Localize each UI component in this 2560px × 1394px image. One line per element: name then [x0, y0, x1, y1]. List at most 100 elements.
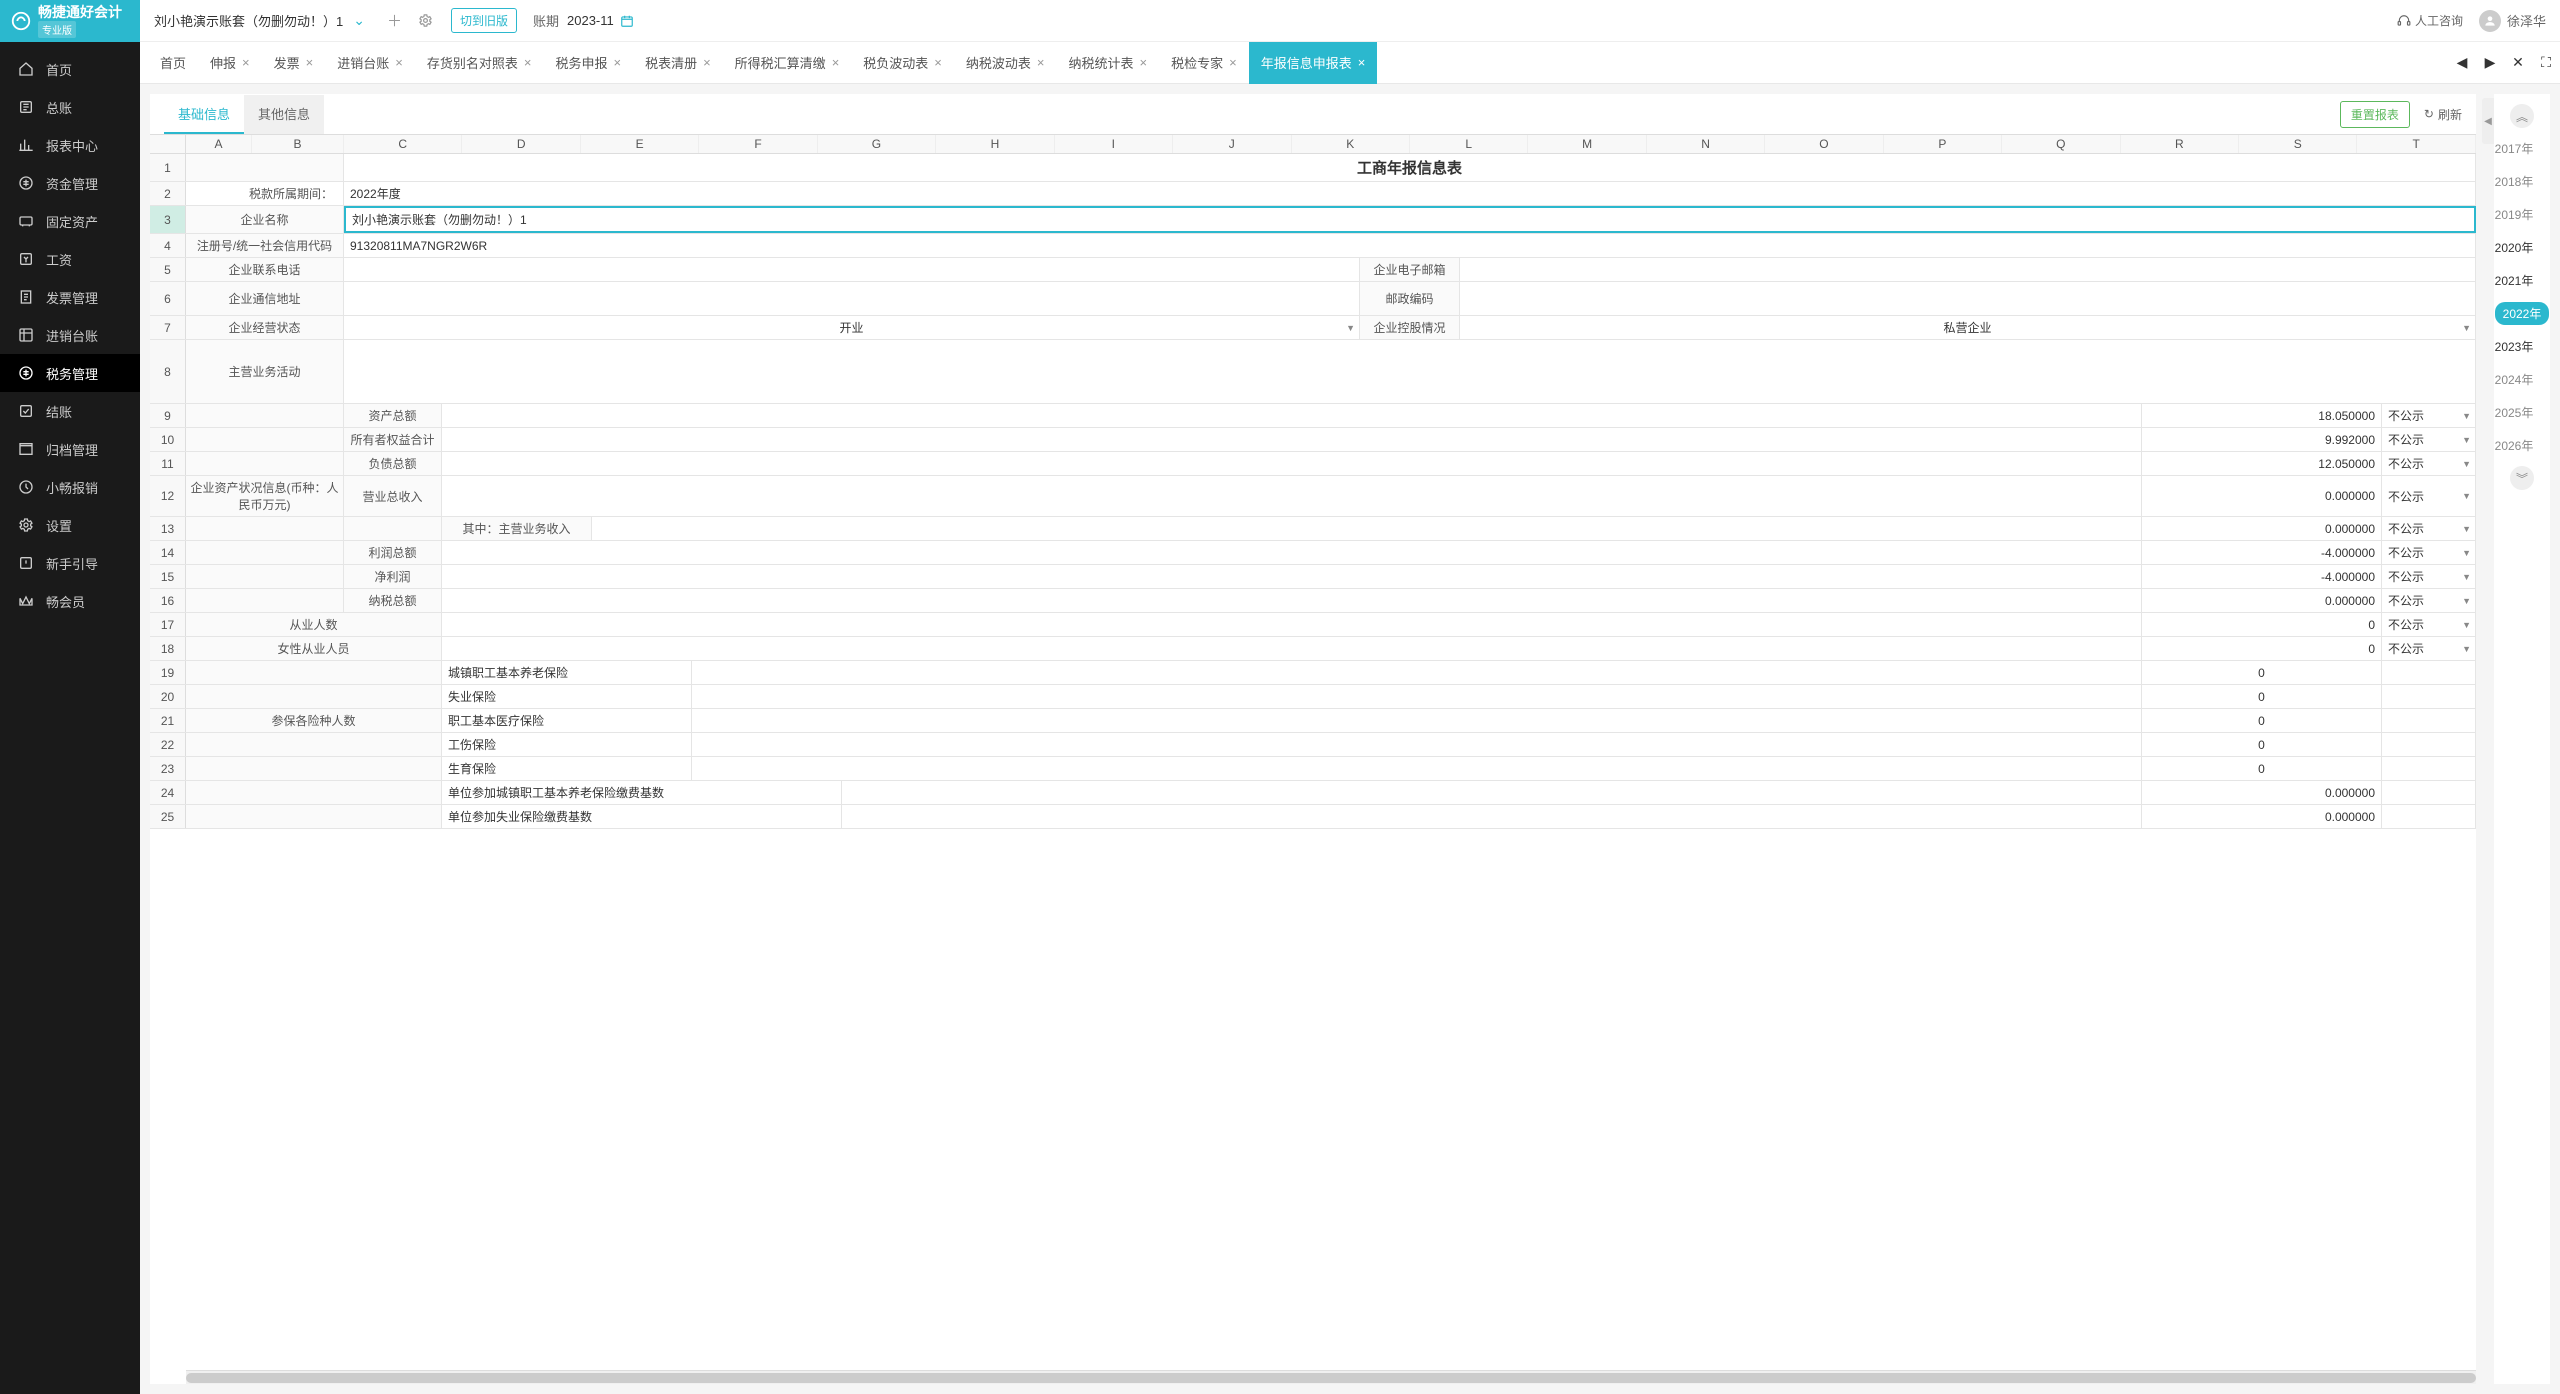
value-cell[interactable]: [1460, 258, 2476, 281]
nav-psi[interactable]: 进销台账: [0, 316, 140, 354]
value-cell[interactable]: 不公示▼: [2382, 541, 2476, 564]
close-icon[interactable]: ×: [613, 55, 621, 70]
col-header[interactable]: K: [1292, 135, 1410, 153]
tab[interactable]: 税负波动表×: [851, 42, 954, 84]
value-cell[interactable]: 12.050000: [2142, 452, 2382, 475]
close-icon[interactable]: ×: [934, 55, 942, 70]
value-cell[interactable]: [842, 805, 2142, 828]
subtab-other[interactable]: 其他信息: [244, 95, 324, 134]
value-cell[interactable]: 不公示▼: [2382, 589, 2476, 612]
value-cell[interactable]: 0: [2142, 661, 2382, 684]
row-header[interactable]: 7: [150, 316, 186, 339]
col-header[interactable]: M: [1528, 135, 1646, 153]
row-header[interactable]: 22: [150, 733, 186, 756]
tab[interactable]: 伸报×: [198, 42, 262, 84]
gear-icon[interactable]: [418, 13, 433, 28]
value-cell[interactable]: [442, 541, 2142, 564]
year-item[interactable]: 2020年: [2495, 231, 2550, 264]
corner-cell[interactable]: [150, 135, 186, 153]
value-cell[interactable]: 2022年度: [344, 182, 2476, 205]
reset-button[interactable]: 重置报表: [2340, 101, 2410, 128]
value-cell[interactable]: 0.000000: [2142, 476, 2382, 516]
row-header[interactable]: 24: [150, 781, 186, 804]
subtab-basic[interactable]: 基础信息: [164, 95, 244, 134]
col-header[interactable]: I: [1055, 135, 1173, 153]
period-value[interactable]: 2023-11: [567, 13, 614, 28]
nav-xc[interactable]: 小畅报销: [0, 468, 140, 506]
col-header[interactable]: G: [818, 135, 936, 153]
value-cell[interactable]: 91320811MA7NGR2W6R: [344, 234, 2476, 257]
row-header[interactable]: 9: [150, 404, 186, 427]
tab[interactable]: 存货别名对照表×: [415, 42, 544, 84]
row-header[interactable]: 8: [150, 340, 186, 403]
value-cell[interactable]: -4.000000: [2142, 565, 2382, 588]
tab-next-icon[interactable]: ▶: [2476, 42, 2504, 84]
row-header[interactable]: 23: [150, 757, 186, 780]
row-header[interactable]: 21: [150, 709, 186, 732]
tab[interactable]: 年报信息申报表×: [1249, 42, 1378, 84]
col-header[interactable]: R: [2121, 135, 2239, 153]
company-name-cell[interactable]: 刘小艳演示账套（勿删勿动！）1: [344, 206, 2476, 233]
close-icon[interactable]: ×: [1037, 55, 1045, 70]
value-cell[interactable]: [442, 637, 2142, 660]
value-cell[interactable]: 0.000000: [2142, 517, 2382, 540]
col-header[interactable]: H: [936, 135, 1054, 153]
value-cell[interactable]: [442, 565, 2142, 588]
value-cell[interactable]: 不公示▼: [2382, 404, 2476, 427]
tab-prev-icon[interactable]: ◀: [2448, 42, 2476, 84]
value-cell[interactable]: [1460, 282, 2476, 315]
nav-guide[interactable]: 新手引导: [0, 544, 140, 582]
switch-old-button[interactable]: 切到旧版: [451, 8, 517, 33]
close-icon[interactable]: ×: [1358, 55, 1366, 70]
year-up-icon[interactable]: ︽: [2510, 104, 2534, 128]
nav-archive[interactable]: 归档管理: [0, 430, 140, 468]
avatar[interactable]: [2479, 10, 2501, 32]
value-cell[interactable]: [442, 404, 2142, 427]
value-cell[interactable]: [692, 685, 2142, 708]
value-cell[interactable]: [442, 428, 2142, 451]
row-header[interactable]: 4: [150, 234, 186, 257]
value-cell[interactable]: 0: [2142, 757, 2382, 780]
value-cell[interactable]: -4.000000: [2142, 541, 2382, 564]
fullscreen-icon[interactable]: ⛶: [2532, 42, 2560, 84]
row-header[interactable]: 10: [150, 428, 186, 451]
row-header[interactable]: 2: [150, 182, 186, 205]
tab[interactable]: 纳税统计表×: [1057, 42, 1160, 84]
value-cell[interactable]: 不公示▼: [2382, 637, 2476, 660]
value-cell[interactable]: [842, 781, 2142, 804]
close-icon[interactable]: ×: [1229, 55, 1237, 70]
value-cell[interactable]: [692, 733, 2142, 756]
value-cell[interactable]: [692, 757, 2142, 780]
col-header[interactable]: S: [2239, 135, 2357, 153]
nav-funds[interactable]: 资金管理: [0, 164, 140, 202]
tab[interactable]: 进销台账×: [325, 42, 415, 84]
row-header[interactable]: 18: [150, 637, 186, 660]
refresh-button[interactable]: ↻ 刷新: [2424, 106, 2462, 123]
nav-assets[interactable]: 固定资产: [0, 202, 140, 240]
value-cell[interactable]: 不公示▼: [2382, 613, 2476, 636]
value-cell[interactable]: 0: [2142, 709, 2382, 732]
row-header[interactable]: 25: [150, 805, 186, 828]
col-header[interactable]: B: [252, 135, 344, 153]
username[interactable]: 徐泽华: [2507, 11, 2546, 30]
value-cell[interactable]: 不公示▼: [2382, 452, 2476, 475]
chevron-down-icon[interactable]: ⌄: [353, 12, 365, 29]
value-cell[interactable]: [692, 661, 2142, 684]
col-header[interactable]: N: [1647, 135, 1765, 153]
year-item[interactable]: 2022年: [2495, 302, 2550, 325]
value-cell[interactable]: 私营企业▼: [1460, 316, 2476, 339]
col-header[interactable]: Q: [2002, 135, 2120, 153]
h-scrollbar[interactable]: [186, 1370, 2476, 1384]
col-header[interactable]: D: [462, 135, 580, 153]
account-selector[interactable]: 刘小艳演示账套（勿删勿动！）1: [154, 11, 343, 30]
year-item[interactable]: 2023年: [2495, 330, 2550, 363]
nav-invoice[interactable]: 发票管理: [0, 278, 140, 316]
nav-vip[interactable]: 畅会员: [0, 582, 140, 620]
nav-ledger[interactable]: 总账: [0, 88, 140, 126]
value-cell[interactable]: 开业▼: [344, 316, 1360, 339]
close-icon[interactable]: ×: [306, 55, 314, 70]
col-header[interactable]: J: [1173, 135, 1291, 153]
tab[interactable]: 发票×: [262, 42, 326, 84]
tab[interactable]: 首页: [148, 42, 198, 84]
nav-settings[interactable]: 设置: [0, 506, 140, 544]
